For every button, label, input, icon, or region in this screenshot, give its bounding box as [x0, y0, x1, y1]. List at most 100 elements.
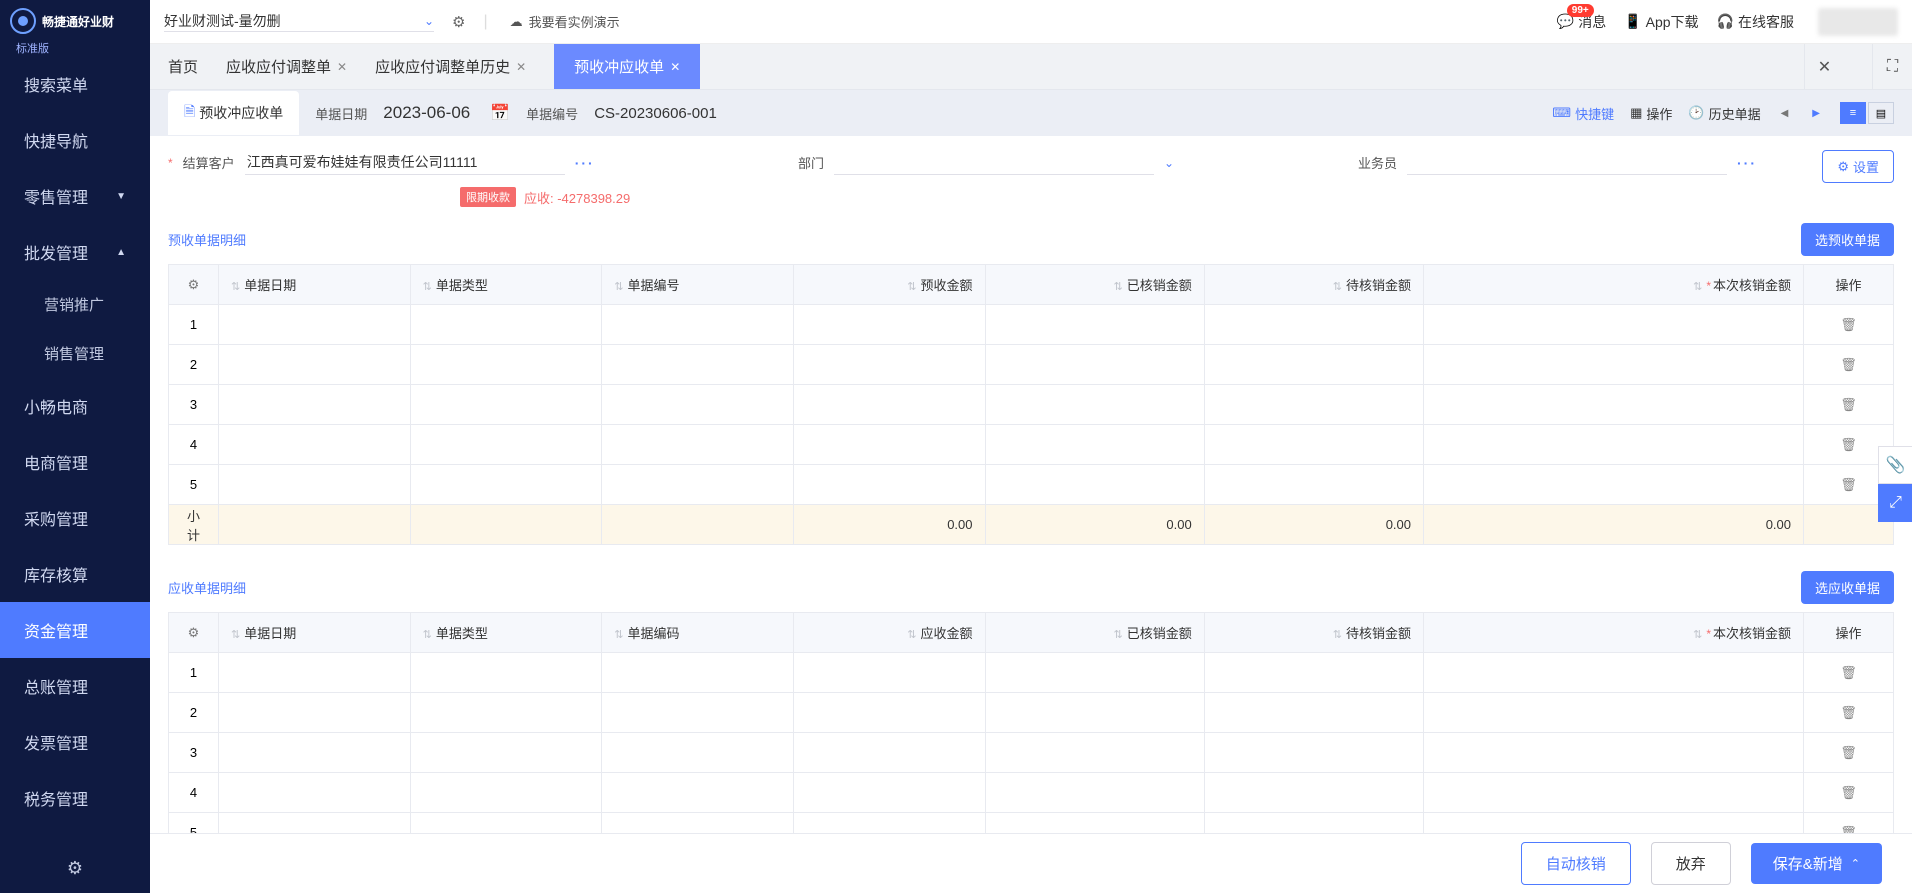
- delete-icon[interactable]: 🗑: [1840, 357, 1857, 372]
- col-docno[interactable]: ⇅单据编号: [602, 265, 794, 305]
- calendar-icon[interactable]: 📅: [490, 103, 510, 123]
- table-row[interactable]: 1🗑: [169, 305, 1894, 345]
- table-row[interactable]: 5🗑: [169, 813, 1894, 834]
- settings-button[interactable]: ⚙ 设置: [1822, 150, 1894, 183]
- table-row[interactable]: 4🗑: [169, 773, 1894, 813]
- menu-invoice[interactable]: 发票管理: [0, 714, 150, 770]
- table-row[interactable]: 5🗑: [169, 465, 1894, 505]
- project-settings-icon[interactable]: ⚙: [452, 13, 465, 31]
- menu-purchase[interactable]: 采购管理: [0, 490, 150, 546]
- auto-settle-button[interactable]: 自动核销: [1521, 842, 1631, 885]
- ar-table: ⚙ ⇅单据日期 ⇅单据类型 ⇅单据编码 ⇅应收金额 ⇅已核销金额 ⇅待核销金额 …: [168, 612, 1894, 833]
- col-date[interactable]: ⇅单据日期: [219, 265, 411, 305]
- col-type[interactable]: ⇅单据类型: [410, 265, 602, 305]
- menu-retail[interactable]: 零售管理▼: [0, 168, 150, 224]
- close-icon[interactable]: ✕: [516, 60, 526, 74]
- col-pending-amount[interactable]: ⇅待核销金额: [1204, 265, 1423, 305]
- ar-section: 应收单据明细 选应收单据 ⚙ ⇅单据日期 ⇅单据类型 ⇅单据编码 ⇅应收金额 ⇅…: [150, 565, 1912, 833]
- brand-logo: 畅捷通好业财: [0, 0, 150, 42]
- menu-inventory[interactable]: 库存核算: [0, 546, 150, 602]
- col-settled-amount[interactable]: ⇅已核销金额: [985, 265, 1204, 305]
- customer-label: 结算客户: [183, 153, 235, 172]
- close-icon[interactable]: ✕: [670, 60, 680, 74]
- menu: 搜索菜单 快捷导航 零售管理▼ 批发管理▲ 营销推广 销售管理 小畅电商 电商管…: [0, 56, 150, 844]
- doc-tab[interactable]: 🗎 预收冲应收单: [168, 91, 299, 135]
- attachment-icon[interactable]: 📎: [1878, 446, 1912, 484]
- delete-icon[interactable]: 🗑: [1840, 665, 1857, 680]
- table-row[interactable]: 1🗑: [169, 653, 1894, 693]
- headset-icon: 🎧: [1717, 13, 1734, 30]
- expand-icon[interactable]: ⤢: [1878, 484, 1912, 522]
- menu-search[interactable]: 搜索菜单: [0, 56, 150, 112]
- delete-icon[interactable]: 🗑: [1840, 437, 1857, 452]
- menu-wholesale[interactable]: 批发管理▲: [0, 224, 150, 280]
- save-new-button[interactable]: 保存&新增 ⌃: [1751, 843, 1882, 884]
- tab-adjustment-history[interactable]: 应收应付调整单历史✕: [375, 44, 526, 89]
- hotkey-button[interactable]: ⌨快捷键: [1552, 104, 1614, 123]
- menu-ecommerce-xc[interactable]: 小畅电商: [0, 378, 150, 434]
- table-settings-icon[interactable]: ⚙: [169, 613, 219, 653]
- col-this-amount[interactable]: ⇅*本次核销金额: [1424, 265, 1804, 305]
- demo-link[interactable]: ☁ 我要看实例演示: [510, 12, 620, 31]
- table-row[interactable]: 3🗑: [169, 733, 1894, 773]
- user-avatar[interactable]: [1818, 8, 1898, 36]
- app-download-button[interactable]: 📱 App下载: [1624, 12, 1698, 32]
- customer-input[interactable]: [245, 150, 565, 175]
- menu-sub-promotion[interactable]: 营销推广: [0, 280, 150, 329]
- table-row[interactable]: 4🗑: [169, 425, 1894, 465]
- select-prepay-button[interactable]: 选预收单据: [1801, 223, 1894, 256]
- select-ar-button[interactable]: 选应收单据: [1801, 571, 1894, 604]
- col-settled-amount[interactable]: ⇅已核销金额: [985, 613, 1204, 653]
- prev-doc-button[interactable]: ◀: [1777, 108, 1793, 119]
- table-row[interactable]: 3🗑: [169, 385, 1894, 425]
- delete-icon[interactable]: 🗑: [1840, 317, 1857, 332]
- col-type[interactable]: ⇅单据类型: [410, 613, 602, 653]
- table-row[interactable]: 2🗑: [169, 693, 1894, 733]
- history-button[interactable]: 🕑历史单据: [1688, 104, 1760, 123]
- menu-sub-sales[interactable]: 销售管理: [0, 329, 150, 378]
- close-all-tabs[interactable]: ✕: [1804, 44, 1844, 89]
- project-selector[interactable]: 好业财测试-量勿删 ⌄: [164, 11, 434, 32]
- menu-finance[interactable]: 资金管理: [0, 602, 150, 658]
- close-icon[interactable]: ✕: [337, 60, 347, 74]
- table-row[interactable]: 2🗑: [169, 345, 1894, 385]
- col-prepay-amount[interactable]: ⇅预收金额: [793, 265, 985, 305]
- col-date[interactable]: ⇅单据日期: [219, 613, 411, 653]
- discard-button[interactable]: 放弃: [1651, 842, 1731, 885]
- card-view-button[interactable]: ▤: [1868, 102, 1894, 124]
- operations-button[interactable]: ▦操作: [1630, 104, 1672, 123]
- menu-gl[interactable]: 总账管理: [0, 658, 150, 714]
- col-doccode[interactable]: ⇅单据编码: [602, 613, 794, 653]
- history-icon: 🕑: [1688, 105, 1704, 121]
- delete-icon[interactable]: 🗑: [1840, 745, 1857, 760]
- next-doc-button[interactable]: ▶: [1808, 108, 1824, 119]
- col-ar-amount[interactable]: ⇅应收金额: [793, 613, 985, 653]
- customer-service-button[interactable]: 🎧 在线客服: [1717, 12, 1794, 32]
- date-value[interactable]: 2023-06-06: [383, 103, 470, 123]
- tab-prepay-offset[interactable]: 预收冲应收单✕: [554, 44, 700, 89]
- delete-icon[interactable]: 🗑: [1840, 785, 1857, 800]
- delete-icon[interactable]: 🗑: [1840, 477, 1857, 492]
- lookup-icon[interactable]: ···: [575, 155, 595, 171]
- menu-ecommerce[interactable]: 电商管理: [0, 434, 150, 490]
- menu-quicknav[interactable]: 快捷导航: [0, 112, 150, 168]
- tab-adjustment[interactable]: 应收应付调整单✕: [226, 44, 347, 89]
- list-view-button[interactable]: ≡: [1840, 102, 1866, 124]
- menu-tax[interactable]: 税务管理: [0, 770, 150, 826]
- fullscreen-toggle[interactable]: ⛶: [1872, 44, 1912, 89]
- col-pending-amount[interactable]: ⇅待核销金额: [1204, 613, 1423, 653]
- settings-icon[interactable]: ⚙: [67, 858, 83, 878]
- delete-icon[interactable]: 🗑: [1840, 705, 1857, 720]
- lookup-icon[interactable]: ···: [1737, 155, 1757, 171]
- delete-icon[interactable]: 🗑: [1840, 825, 1857, 834]
- sales-label: 业务员: [1358, 153, 1397, 172]
- table-settings-icon[interactable]: ⚙: [169, 265, 219, 305]
- dept-field-group: 部门 ⌄: [798, 150, 1278, 175]
- dept-input[interactable]: [834, 150, 1154, 175]
- messages-button[interactable]: 💬 消息 99+: [1557, 12, 1606, 32]
- col-this-amount[interactable]: ⇅*本次核销金额: [1424, 613, 1804, 653]
- chevron-down-icon[interactable]: ⌄: [1164, 156, 1174, 170]
- sales-input[interactable]: [1407, 150, 1727, 175]
- delete-icon[interactable]: 🗑: [1840, 397, 1857, 412]
- tab-home[interactable]: 首页: [168, 44, 198, 89]
